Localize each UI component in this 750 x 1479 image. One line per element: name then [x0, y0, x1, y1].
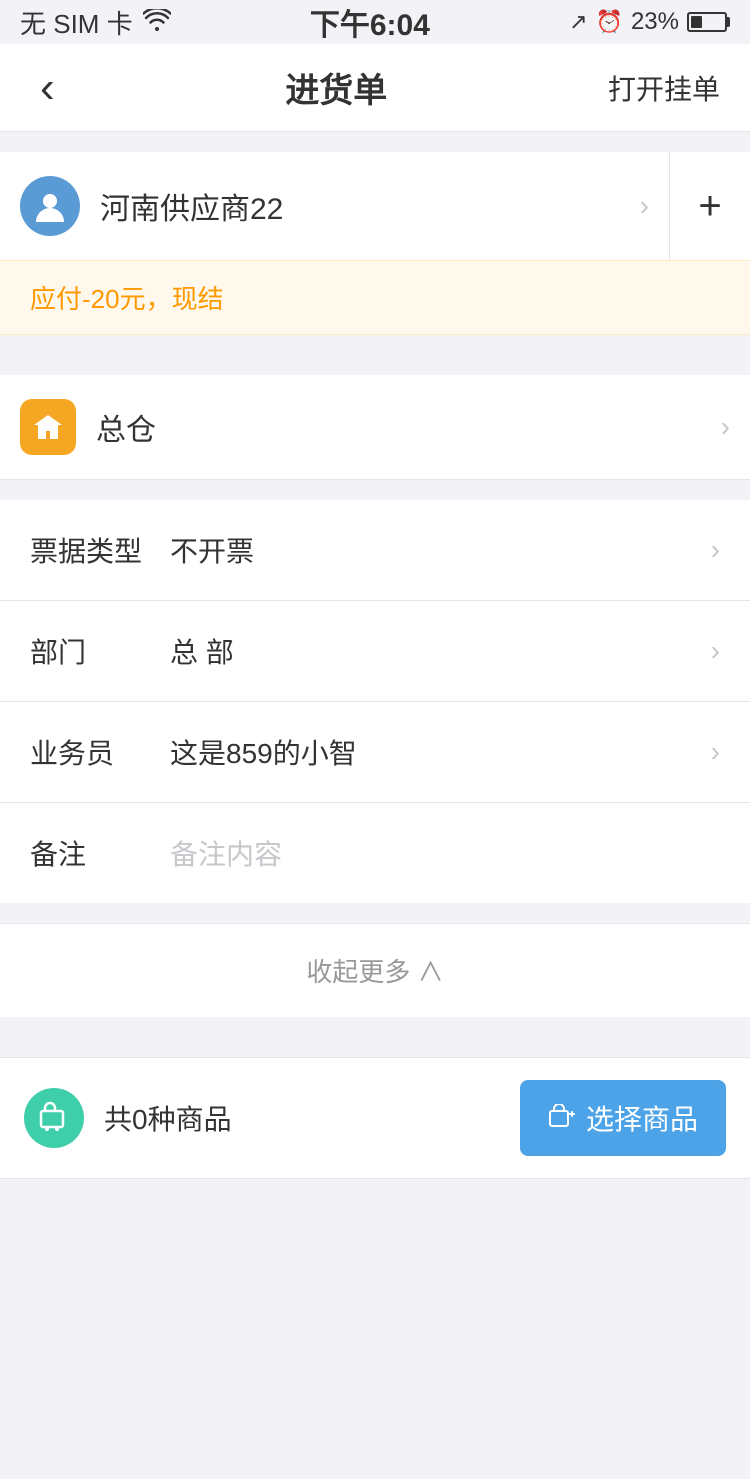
nav-bar: ‹ 进货单 打开挂单	[0, 44, 750, 132]
invoice-type-label: 票据类型	[30, 530, 170, 570]
notice-bar: 应付-20元，现结	[0, 260, 750, 335]
supplier-avatar	[20, 176, 80, 236]
status-time: 下午6:04	[310, 0, 430, 44]
warehouse-name: 总仓	[96, 405, 711, 449]
status-bar: 无 SIM 卡 下午6:04 ↗ ⏰ 23%	[0, 0, 750, 44]
alarm-icon: ⏰	[596, 9, 623, 35]
home-icon	[32, 411, 64, 443]
product-section: 共0种商品 选择商品	[0, 1057, 750, 1179]
status-right: ↗ ⏰ 23%	[569, 8, 730, 36]
invoice-type-value: 不开票	[170, 530, 701, 570]
gap-3	[0, 480, 750, 500]
product-count-label: 共0种商品	[104, 1098, 520, 1138]
location-icon: ↗	[569, 9, 587, 35]
warehouse-icon	[20, 399, 76, 455]
collapse-label: 收起更多 ∧	[306, 952, 443, 989]
salesperson-value: 这是859的小智	[170, 732, 701, 772]
select-product-label: 选择商品	[586, 1098, 698, 1138]
invoice-chevron-icon: ›	[711, 534, 720, 566]
form-section: 票据类型 不开票 › 部门 总 部 › 业务员 这是859的小智 › 备注 备注…	[0, 500, 750, 903]
department-row[interactable]: 部门 总 部 ›	[0, 601, 750, 702]
department-value: 总 部	[170, 631, 701, 671]
open-pending-button[interactable]: 打开挂单	[608, 68, 720, 108]
salesperson-chevron-icon: ›	[711, 736, 720, 768]
chevron-right-icon: ›	[640, 190, 649, 222]
warehouse-chevron-icon: ›	[721, 411, 730, 443]
battery-icon	[687, 12, 730, 32]
department-label: 部门	[30, 631, 170, 671]
supplier-selector[interactable]: 河南供应商22 ›	[0, 152, 670, 260]
salesperson-row[interactable]: 业务员 这是859的小智 ›	[0, 702, 750, 803]
wifi-icon	[143, 7, 171, 38]
person-icon	[32, 188, 68, 224]
remark-placeholder[interactable]: 备注内容	[170, 833, 720, 873]
cart-icon	[37, 1101, 71, 1135]
carrier-label: 无 SIM 卡	[20, 4, 133, 41]
supplier-name: 河南供应商22	[100, 184, 630, 228]
gap-1	[0, 132, 750, 152]
page-title: 进货单	[285, 63, 387, 112]
remark-label: 备注	[30, 833, 170, 873]
add-supplier-button[interactable]: +	[670, 152, 750, 260]
add-cart-icon	[548, 1104, 576, 1132]
status-left: 无 SIM 卡	[20, 4, 171, 41]
supplier-section: 河南供应商22 › +	[0, 152, 750, 260]
salesperson-label: 业务员	[30, 732, 170, 772]
collapse-section[interactable]: 收起更多 ∧	[0, 923, 750, 1017]
select-product-button[interactable]: 选择商品	[520, 1080, 726, 1156]
remark-row[interactable]: 备注 备注内容	[0, 803, 750, 903]
department-chevron-icon: ›	[711, 635, 720, 667]
gap-4	[0, 1017, 750, 1037]
back-button[interactable]: ‹	[30, 53, 65, 123]
invoice-type-row[interactable]: 票据类型 不开票 ›	[0, 500, 750, 601]
battery-percent: 23%	[631, 8, 679, 36]
warehouse-section[interactable]: 总仓 ›	[0, 375, 750, 480]
notice-text: 应付-20元，现结	[30, 284, 224, 314]
product-icon	[24, 1088, 84, 1148]
background-fill	[0, 1179, 750, 1479]
gap-2	[0, 335, 750, 355]
